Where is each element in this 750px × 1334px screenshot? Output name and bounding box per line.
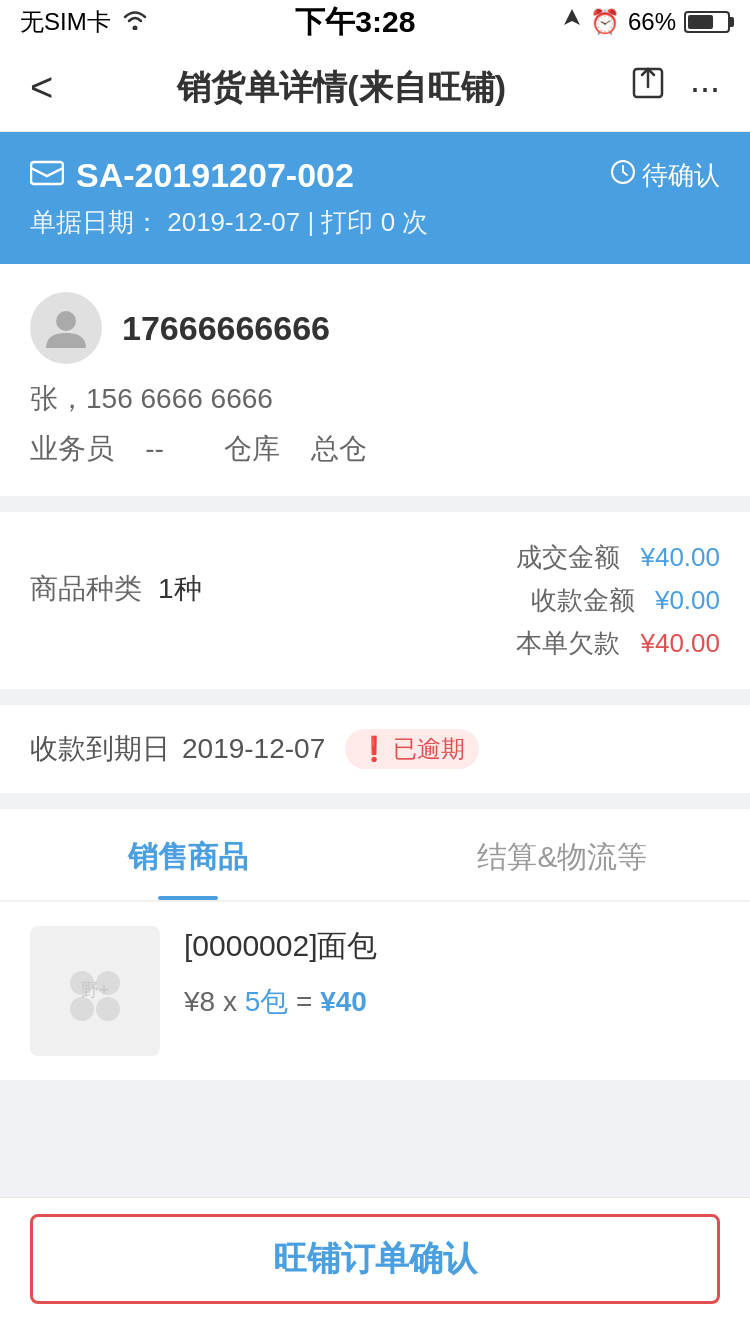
svg-point-4: [56, 311, 76, 331]
customer-name: 张，156 6666 6666: [30, 380, 720, 418]
svg-point-8: [96, 997, 120, 1021]
status-text: 待确认: [642, 158, 720, 193]
product-price: ¥8 x 5包 = ¥40: [184, 983, 720, 1021]
due-date-value: 2019-12-07: [182, 733, 325, 765]
svg-point-0: [132, 26, 137, 31]
summary-left: 商品种类 1种: [30, 540, 202, 608]
customer-top: 17666666666: [30, 292, 720, 364]
summary-card: 商品种类 1种 成交金额 ¥40.00 收款金额 ¥0.00 本单欠款 ¥40.…: [0, 512, 750, 689]
battery-icon: [684, 11, 730, 33]
transaction-amount-row: 成交金额 ¥40.00: [516, 540, 720, 575]
due-amount-row: 本单欠款 ¥40.00: [516, 626, 720, 661]
avatar: [30, 292, 102, 364]
time-display: 下午3:28: [295, 2, 415, 43]
customer-card: 17666666666 张，156 6666 6666 业务员 -- 仓库 总仓: [0, 264, 750, 496]
nav-bar: < 销货单详情(来自旺铺) ···: [0, 44, 750, 132]
overdue-badge: ❗ 已逾期: [345, 729, 479, 769]
order-status: 待确认: [610, 158, 720, 193]
order-header: SA-20191207-002 待确认 单据日期： 2019-12-07 | 打…: [0, 132, 750, 264]
content-area: 野+ [0000002]面包 ¥8 x 5包 = ¥40: [0, 902, 750, 1202]
due-date-label: 收款到期日: [30, 730, 170, 768]
nav-actions: ···: [630, 65, 720, 110]
tab-sales-products[interactable]: 销售商品: [0, 809, 375, 900]
received-amount: ¥0.00: [655, 585, 720, 616]
battery-percent: 66%: [628, 8, 676, 36]
svg-point-7: [70, 997, 94, 1021]
alarm-icon: ⏰: [590, 8, 620, 36]
summary-right: 成交金额 ¥40.00 收款金额 ¥0.00 本单欠款 ¥40.00: [516, 540, 720, 661]
carrier-text: 无SIM卡: [20, 6, 111, 38]
location-icon: [562, 7, 582, 37]
product-name: [0000002]面包: [184, 926, 720, 967]
confirm-button[interactable]: 旺铺订单确认: [30, 1214, 720, 1304]
customer-meta: 业务员 -- 仓库 总仓: [30, 430, 720, 468]
product-item: 野+ [0000002]面包 ¥8 x 5包 = ¥40: [0, 902, 750, 1080]
order-header-top: SA-20191207-002 待确认: [30, 156, 720, 195]
share-icon[interactable]: [630, 65, 666, 110]
status-right: ⏰ 66%: [562, 7, 730, 37]
sales-field: 业务员 --: [30, 430, 164, 468]
battery-fill: [688, 15, 713, 29]
bottom-bar: 旺铺订单确认: [0, 1197, 750, 1334]
wifi-icon: [121, 8, 149, 36]
page-title: 销货单详情(来自旺铺): [177, 65, 506, 111]
order-icon: [30, 156, 64, 195]
product-thumbnail: 野+: [30, 926, 160, 1056]
transaction-amount: ¥40.00: [640, 542, 720, 573]
back-button[interactable]: <: [30, 65, 53, 110]
due-amount: ¥40.00: [640, 628, 720, 659]
due-date-card: 收款到期日 2019-12-07 ❗ 已逾期: [0, 705, 750, 793]
clock-icon: [610, 159, 636, 192]
more-icon[interactable]: ···: [690, 67, 720, 109]
overdue-text: 已逾期: [393, 733, 465, 765]
status-bar: 无SIM卡 下午3:28 ⏰ 66%: [0, 0, 750, 44]
product-details: [0000002]面包 ¥8 x 5包 = ¥40: [184, 926, 720, 1021]
order-date: 单据日期： 2019-12-07 | 打印 0 次: [30, 205, 720, 240]
overdue-icon: ❗: [359, 735, 389, 763]
svg-text:野+: 野+: [81, 980, 110, 1000]
tab-settlement-logistics[interactable]: 结算&物流等: [375, 809, 750, 900]
warehouse-field: 仓库 总仓: [224, 430, 367, 468]
product-tabs: 销售商品 结算&物流等: [0, 809, 750, 902]
received-amount-row: 收款金额 ¥0.00: [531, 583, 720, 618]
customer-phone: 17666666666: [122, 309, 330, 348]
svg-rect-2: [31, 162, 63, 184]
product-type-row: 商品种类 1种: [30, 570, 202, 608]
status-left: 无SIM卡: [20, 6, 149, 38]
order-number: SA-20191207-002: [30, 156, 354, 195]
